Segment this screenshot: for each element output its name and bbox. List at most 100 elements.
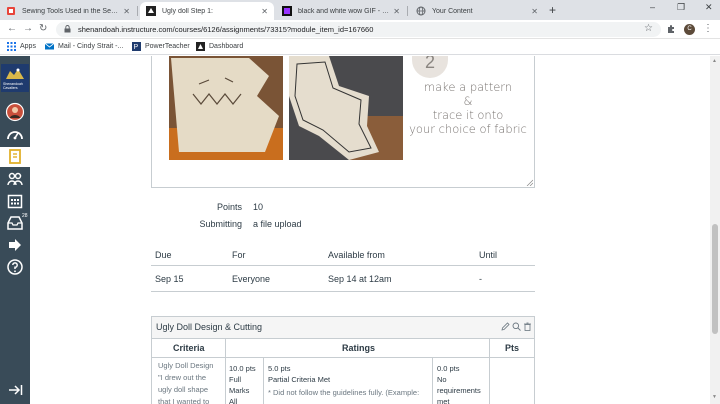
nav-dashboard[interactable] <box>5 125 25 145</box>
nav-courses[interactable] <box>0 147 30 167</box>
rating-label: met <box>437 397 450 404</box>
column-divider <box>225 339 226 404</box>
rating-label: Partial Criteria Met <box>268 375 331 384</box>
tab-ugly-doll[interactable]: Ugly doll Step 1: ✕ <box>140 2 274 20</box>
maximize-button[interactable]: ❐ <box>677 2 685 13</box>
globe-icon <box>416 6 426 16</box>
rating-points: 0.0 pts <box>437 364 460 373</box>
bookmark-dashboard[interactable]: Dashboard <box>196 41 243 52</box>
tab-title: Ugly doll Step 1: <box>162 7 213 15</box>
rubric-tools <box>501 322 532 331</box>
collapse-arrow-icon <box>9 385 23 395</box>
rating-full-marks[interactable]: 10.0 pts Full Marks All <box>229 363 256 404</box>
rating-label: No <box>437 375 447 384</box>
nav-account[interactable] <box>5 102 25 122</box>
bookmark-apps[interactable]: Apps <box>7 41 36 52</box>
edit-pencil-icon[interactable] <box>501 322 510 331</box>
nav-inbox[interactable]: 28 <box>5 213 28 233</box>
close-window-button[interactable]: ✕ <box>705 2 713 13</box>
step-line: trace it onto <box>432 108 504 122</box>
browser-menu-icon[interactable]: ⋮ <box>703 23 713 35</box>
browser-window: Sewing Tools Used in the Sewing ✕ Ugly d… <box>0 0 720 404</box>
svg-text:P: P <box>134 44 139 51</box>
forward-button[interactable]: → <box>23 23 33 35</box>
bookmark-label: Mail - Cindy Strait -... <box>58 43 124 50</box>
ratings-header: Ratings <box>342 343 376 353</box>
header-for: For <box>232 250 246 260</box>
nav-collapse[interactable] <box>5 380 25 400</box>
resize-handle-icon[interactable] <box>526 179 533 186</box>
profile-avatar[interactable]: C <box>684 24 695 35</box>
rubric-title: Ugly Doll Design & Cutting <box>156 322 263 332</box>
rating-partial[interactable]: 5.0 pts Partial Criteria Met * Did not f… <box>268 363 419 398</box>
tab-sewing-tools[interactable]: Sewing Tools Used in the Sewing ✕ <box>0 2 136 20</box>
address-bar[interactable]: shenandoah.instructure.com/courses/6126/… <box>56 22 661 37</box>
rubric-header: Ugly Doll Design & Cutting <box>152 317 534 339</box>
back-button[interactable]: ← <box>7 23 17 35</box>
available-from-date: Sep 14 at 12am <box>328 274 392 284</box>
groups-people-icon <box>7 172 23 186</box>
rating-desc: * Did not follow the guidelines fully. (… <box>268 388 420 397</box>
minimize-button[interactable]: – <box>650 2 655 12</box>
nav-commons[interactable] <box>5 235 25 255</box>
close-tab-icon[interactable]: ✕ <box>531 7 538 16</box>
bookmark-mail[interactable]: Mail - Cindy Strait -... <box>45 41 123 52</box>
tab-title: Sewing Tools Used in the Sewing <box>22 7 120 15</box>
tab-strip: Sewing Tools Used in the Sewing ✕ Ugly d… <box>0 0 720 20</box>
rating-divider <box>263 358 264 404</box>
tab-gif[interactable]: black and white wow GIF - Find & ✕ <box>276 2 406 20</box>
assigned-to: Everyone <box>232 274 271 284</box>
bookmark-powerteacher[interactable]: P PowerTeacher <box>132 41 190 52</box>
powerteacher-icon: P <box>132 42 141 51</box>
close-tab-icon[interactable]: ✕ <box>261 7 268 16</box>
step-number-badge: 2 <box>412 56 448 78</box>
scroll-up-icon[interactable]: ▲ <box>712 58 717 64</box>
step-line: make a pattern <box>423 80 513 94</box>
due-date: Sep 15 <box>155 274 184 284</box>
pattern-tracing-image <box>289 56 403 160</box>
tab-title: black and white wow GIF - Find & <box>298 7 389 15</box>
until-date: - <box>479 274 482 284</box>
new-tab-button[interactable]: + <box>549 3 556 17</box>
rating-none[interactable]: 0.0 pts No requirements met <box>437 363 481 404</box>
help-question-icon <box>7 259 23 275</box>
canvas-bookmark-icon <box>196 42 205 51</box>
page-scrollbar[interactable]: ▲ ▼ <box>710 56 720 404</box>
tab-divider <box>407 6 408 16</box>
close-tab-icon[interactable]: ✕ <box>393 7 400 16</box>
logo-text: Shenandoah Cavaliers <box>3 82 23 90</box>
nav-calendar[interactable] <box>5 191 25 211</box>
extensions-puzzle-icon[interactable] <box>666 24 676 34</box>
header-available-from: Available from <box>328 250 385 260</box>
close-tab-icon[interactable]: ✕ <box>123 7 130 16</box>
nav-help[interactable] <box>5 257 25 277</box>
step-instructions: make a pattern & trace it onto your choi… <box>408 80 528 136</box>
header-until: Until <box>479 250 498 260</box>
points-label: Points <box>216 202 242 212</box>
tab-title: Your Content <box>432 7 473 15</box>
dates-header-row: Due For Available from Until <box>151 242 535 266</box>
search-icon[interactable] <box>512 322 521 331</box>
tab-divider <box>137 6 138 16</box>
dashboard-gauge-icon <box>7 131 23 140</box>
giphy-favicon-icon <box>282 6 292 16</box>
canvas-favicon-icon <box>146 6 156 16</box>
rubric-table: Ugly Doll Design & Cutting Criteria Rati… <box>151 316 535 404</box>
nav-groups[interactable] <box>5 169 25 189</box>
assignment-content: 2 make a pattern & trace it onto your ch… <box>30 56 710 404</box>
scrollbar-thumb[interactable] <box>712 224 718 334</box>
rating-points: 10.0 pts <box>229 364 256 373</box>
lock-icon <box>64 25 71 33</box>
points-value: 10 <box>253 202 264 212</box>
criterion-name: Ugly Doll Design <box>158 361 214 370</box>
tab-your-content[interactable]: Your Content ✕ <box>410 2 544 20</box>
school-logo[interactable]: Shenandoah Cavaliers <box>1 64 29 92</box>
rubric-column-headers: Criteria Ratings Pts <box>152 339 534 358</box>
scroll-down-icon[interactable]: ▼ <box>712 394 717 400</box>
reload-button[interactable]: ↻ <box>39 23 47 35</box>
bookmarks-bar: Apps Mail - Cindy Strait -... P PowerTea… <box>0 39 720 55</box>
trash-icon[interactable] <box>523 322 532 331</box>
bookmark-star-icon[interactable]: ☆ <box>644 23 653 35</box>
cavalier-logo-icon <box>6 68 24 79</box>
submitting-label: Submitting <box>199 219 242 229</box>
